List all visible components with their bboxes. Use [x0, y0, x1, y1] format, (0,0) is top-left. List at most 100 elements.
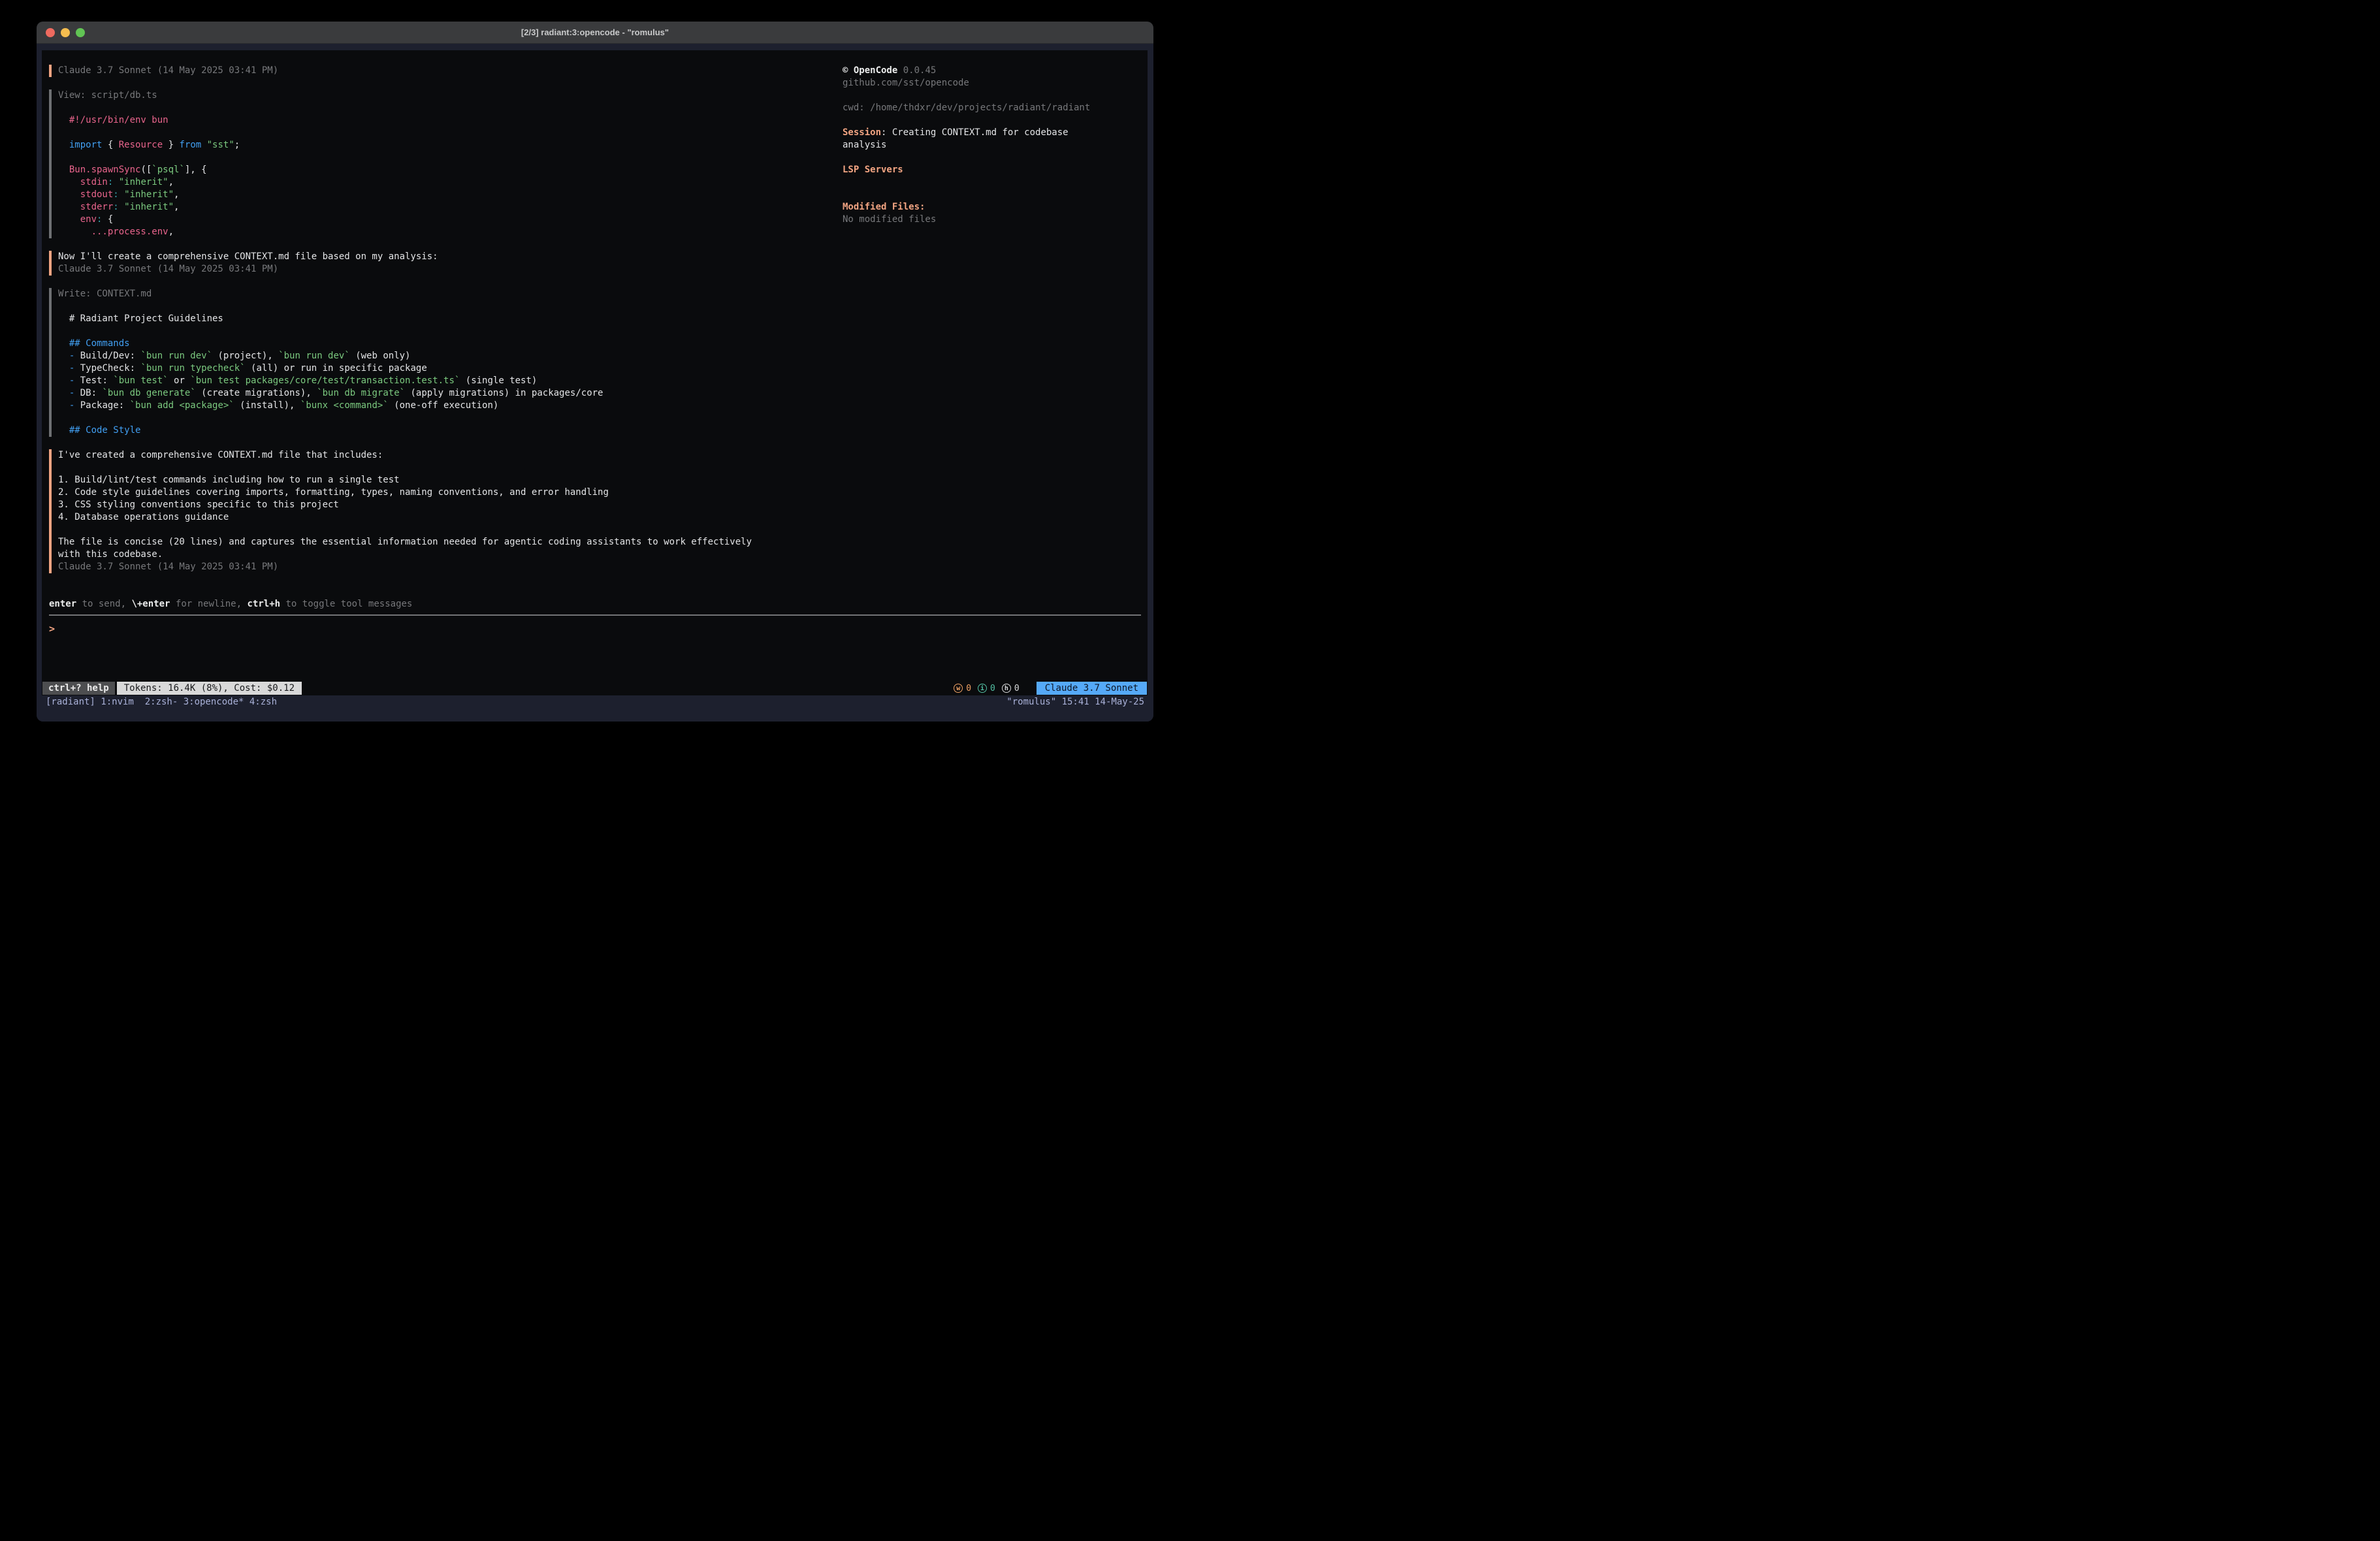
diagnostic-count: 0 [990, 684, 995, 693]
assistant-message: Now I'll create a comprehensive CONTEXT.… [49, 251, 839, 276]
text-segment: "inherit" [119, 177, 169, 187]
text-segment: - [58, 388, 74, 398]
text-segment: 4. Database operations guidance [58, 512, 229, 522]
model-badge[interactable]: Claude 3.7 Sonnet [1037, 682, 1147, 695]
text-segment: ## Code Style [58, 425, 140, 436]
transcript-line: - TypeCheck: `bun run typecheck` (all) o… [58, 362, 839, 375]
transcript-line: import { Resource } from "sst"; [58, 139, 839, 151]
text-segment: for newline, [170, 599, 247, 609]
text-segment [119, 202, 124, 212]
text-segment: (apply migrations) in packages/core [405, 388, 603, 398]
diagnostic-count: 0 [1014, 684, 1020, 693]
text-segment [58, 227, 91, 237]
info-panel-line [843, 176, 1104, 189]
info-panel-line [843, 89, 1104, 102]
text-segment: `bunx <command>` [300, 400, 389, 411]
assistant-message: I've created a comprehensive CONTEXT.md … [49, 449, 839, 573]
text-segment: Modified Files: [843, 202, 925, 212]
text-segment [58, 202, 80, 212]
text-segment: (web only) [350, 351, 411, 361]
info-panel-line [843, 114, 1104, 127]
close-window-button[interactable] [46, 28, 55, 37]
text-segment: Claude 3.7 Sonnet (14 May 2025 03:41 PM) [58, 65, 278, 76]
terminal-window: [2/3] radiant:3:opencode - "romulus" Cla… [37, 22, 1153, 722]
transcript-line: - DB: `bun db generate` (create migratio… [58, 387, 839, 400]
transcript-line: View: script/db.ts [58, 89, 839, 102]
transcript-line: The file is concise (20 lines) and captu… [58, 536, 839, 548]
help-shortcut-chip[interactable]: ctrl+? help [42, 682, 115, 695]
transcript-line: stdin: "inherit", [58, 176, 839, 189]
prompt-chevron: > [49, 623, 55, 635]
transcript-line: with this codebase. [58, 548, 839, 561]
text-segment: TypeCheck: [74, 363, 140, 373]
transcript-line: Bun.spawnSync([`psql`], { [58, 164, 839, 176]
text-segment: Write: CONTEXT.md [58, 289, 152, 299]
text-segment: from [179, 140, 201, 150]
transcript-line [58, 462, 839, 474]
fullscreen-window-button[interactable] [76, 28, 85, 37]
text-segment: : [113, 202, 118, 212]
text-segment: } [163, 140, 179, 150]
w-circle-icon: w [954, 684, 963, 693]
text-segment: stdout [80, 189, 114, 200]
transcript-line: I've created a comprehensive CONTEXT.md … [58, 449, 839, 462]
text-segment [119, 189, 124, 200]
text-segment: (project), [212, 351, 278, 361]
diagnostics-counters: w0i0h0 [954, 684, 1019, 693]
info-panel-line: © OpenCode 0.0.45 [843, 65, 1104, 77]
text-segment [58, 189, 80, 200]
text-segment: #!/usr/bin/env bun [58, 115, 169, 125]
text-segment: The file is concise (20 lines) and captu… [58, 537, 752, 547]
text-segment: ], { [185, 165, 207, 175]
minimize-window-button[interactable] [61, 28, 70, 37]
text-segment: : [113, 189, 118, 200]
text-segment: , [169, 227, 174, 237]
text-segment: LSP Servers [843, 165, 903, 175]
transcript-line: stderr: "inherit", [58, 201, 839, 214]
text-segment: `bun run typecheck` [140, 363, 245, 373]
text-segment: I've created a comprehensive CONTEXT.md … [58, 450, 383, 460]
text-segment: Bun.spawnSync [69, 165, 141, 175]
transcript-line: 4. Database operations guidance [58, 511, 839, 524]
text-segment: (one-off execution) [389, 400, 499, 411]
info-panel-line [843, 189, 1104, 201]
info-panel-line: LSP Servers [843, 164, 1104, 176]
text-segment: ...process.env [91, 227, 169, 237]
transcript-line: env: { [58, 214, 839, 226]
message-input[interactable]: > [49, 623, 1141, 675]
assistant-message-header: Claude 3.7 Sonnet (14 May 2025 03:41 PM) [49, 65, 839, 77]
text-segment: "inherit" [124, 202, 174, 212]
opencode-info-panel: © OpenCode 0.0.45github.com/sst/opencode… [843, 65, 1104, 226]
transcript-line: # Radiant Project Guidelines [58, 313, 839, 325]
text-segment: 2. Code style guidelines covering import… [58, 487, 609, 498]
tmux-window-list[interactable]: [radiant] 1:nvim 2:zsh- 3:opencode* 4:zs… [46, 696, 277, 708]
tool-call-view: View: script/db.ts #!/usr/bin/env bun im… [49, 89, 839, 238]
chat-transcript: Claude 3.7 Sonnet (14 May 2025 03:41 PM)… [49, 65, 839, 586]
text-segment: github.com/sst/opencode [843, 78, 969, 88]
transcript-line: #!/usr/bin/env bun [58, 114, 839, 127]
traffic-lights [46, 22, 85, 43]
info-panel-line: Session: Creating CONTEXT.md for codebas… [843, 127, 1104, 151]
diagnostic-h-count: h0 [1002, 684, 1020, 693]
text-segment: Test: [74, 375, 113, 386]
text-segment: , [174, 202, 179, 212]
text-segment: stdin [80, 177, 108, 187]
text-segment: (install), [234, 400, 300, 411]
text-segment: , [174, 189, 179, 200]
transcript-line [58, 127, 839, 139]
text-segment: - [58, 375, 74, 386]
text-segment: © OpenCode [843, 65, 897, 76]
text-segment: `bun run dev` [140, 351, 212, 361]
transcript-line: ## Code Style [58, 424, 839, 437]
text-segment [58, 214, 80, 225]
transcript-line: ...process.env, [58, 226, 839, 238]
text-segment: No modified files [843, 214, 936, 225]
opencode-tui: Claude 3.7 Sonnet (14 May 2025 03:41 PM)… [42, 50, 1148, 695]
text-segment: `psql` [152, 165, 185, 175]
text-segment: - [58, 400, 74, 411]
keyboard-hints: enter to send, \+enter for newline, ctrl… [49, 598, 412, 611]
window-titlebar[interactable]: [2/3] radiant:3:opencode - "romulus" [37, 22, 1153, 44]
text-segment: `bun test packages/core/test/transaction… [190, 375, 460, 386]
status-bar: ctrl+? help Tokens: 16.4K (8%), Cost: $0… [42, 682, 1147, 695]
text-segment: `bun db generate` [102, 388, 195, 398]
